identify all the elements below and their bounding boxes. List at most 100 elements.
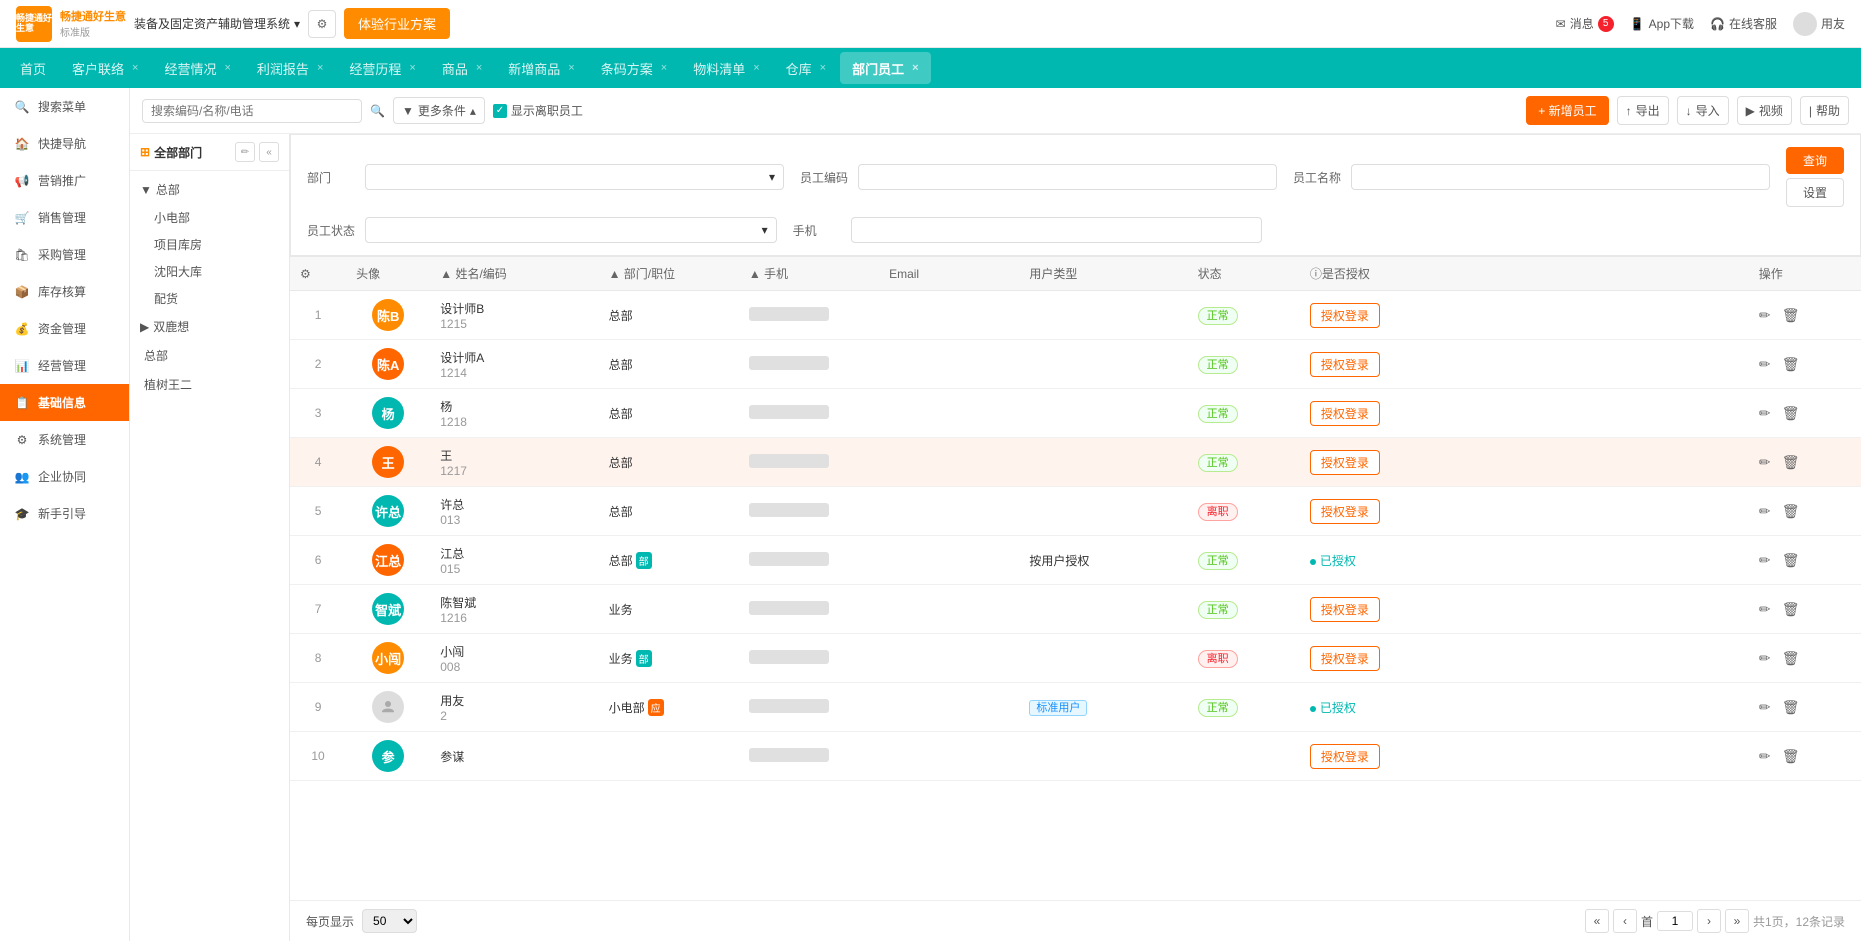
view-button[interactable]: ▶ 视频 <box>1737 96 1792 125</box>
tab-home[interactable]: 首页 <box>8 52 58 84</box>
sidebar-item-guide[interactable]: 🎓 新手引导 <box>0 495 129 532</box>
search-submit-icon[interactable]: 🔍 <box>370 104 385 118</box>
sidebar-item-operation[interactable]: 📊 经营管理 <box>0 347 129 384</box>
delete-button[interactable]: 🗑 <box>1782 699 1800 715</box>
tab-profit-close[interactable]: × <box>317 62 323 74</box>
tab-operation-close[interactable]: × <box>224 62 230 74</box>
edit-button[interactable]: ✏ <box>1759 699 1771 715</box>
more-filter-button[interactable]: ▼ 更多条件 ▴ <box>393 97 485 124</box>
sidebar-item-collab[interactable]: 👥 企业协同 <box>0 458 129 495</box>
tab-warehouse-close[interactable]: × <box>820 62 826 74</box>
sidebar-item-marketing[interactable]: 📢 营销推广 <box>0 162 129 199</box>
emp-status-select[interactable]: ▾ <box>365 217 777 243</box>
auth-button[interactable]: 授权登录 <box>1310 352 1380 377</box>
prev-page-button[interactable]: ‹ <box>1613 909 1637 933</box>
edit-button[interactable]: ✏ <box>1759 405 1771 421</box>
auth-button[interactable]: 授权登录 <box>1310 744 1380 769</box>
sidebar-item-search[interactable]: 🔍 搜索菜单 <box>0 88 129 125</box>
sidebar-item-basic-info[interactable]: 📋 基础信息 <box>0 384 129 421</box>
edit-button[interactable]: ✏ <box>1759 748 1771 764</box>
tab-customer[interactable]: 客户联络× <box>60 52 150 84</box>
col-phone[interactable]: ▲ 手机 <box>739 257 879 291</box>
search-input[interactable] <box>142 99 362 123</box>
trial-button[interactable]: 体验行业方案 <box>344 8 450 39</box>
dept-group-shuanglu-toggle[interactable]: ▶ 双鹿想 <box>130 312 289 341</box>
message-button[interactable]: ✉ 消息 5 <box>1556 15 1614 32</box>
export-button[interactable]: ↑ 导出 <box>1617 96 1669 125</box>
user-button[interactable]: 用友 <box>1793 12 1845 36</box>
dept-group-plant-toggle[interactable]: 植树王二 <box>130 370 289 399</box>
tab-add-goods-close[interactable]: × <box>568 62 574 74</box>
sidebar-item-finance[interactable]: 💰 资金管理 <box>0 310 129 347</box>
sidebar-item-inventory[interactable]: 📦 库存核算 <box>0 273 129 310</box>
delete-button[interactable]: 🗑 <box>1782 552 1800 568</box>
add-employee-button[interactable]: + 新增员工 <box>1526 96 1608 125</box>
sidebar-item-purchase[interactable]: 🛍 采购管理 <box>0 236 129 273</box>
settings-icon[interactable]: ⚙ <box>308 10 336 38</box>
auth-button[interactable]: 授权登录 <box>1310 401 1380 426</box>
tab-history[interactable]: 经营历程× <box>337 52 427 84</box>
first-page-button[interactable]: « <box>1585 909 1609 933</box>
tab-barcode[interactable]: 条码方案× <box>589 52 679 84</box>
phone-input[interactable] <box>851 217 1263 243</box>
tab-bom-close[interactable]: × <box>753 62 759 74</box>
auth-button[interactable]: 授权登录 <box>1310 597 1380 622</box>
per-page-select[interactable]: 50 100 200 <box>362 909 417 933</box>
import-button[interactable]: ↓ 导入 <box>1677 96 1729 125</box>
edit-button[interactable]: ✏ <box>1759 503 1771 519</box>
edit-button[interactable]: ✏ <box>1759 307 1771 323</box>
tab-customer-close[interactable]: × <box>132 62 138 74</box>
col-dept-position[interactable]: ▲ 部门/职位 <box>599 257 739 291</box>
delete-button[interactable]: 🗑 <box>1782 405 1800 421</box>
help-button[interactable]: | 帮助 <box>1800 96 1849 125</box>
app-download-button[interactable]: 📱 App下载 <box>1630 15 1694 32</box>
auth-button[interactable]: 授权登录 <box>1310 499 1380 524</box>
dept-group-zongbu-toggle[interactable]: 总部 <box>130 341 289 370</box>
online-service-button[interactable]: 🎧 在线客服 <box>1710 15 1777 32</box>
emp-name-input[interactable] <box>1351 164 1770 190</box>
dept-child-project[interactable]: 项目库房 <box>130 231 289 258</box>
set-button[interactable]: 设置 <box>1786 178 1844 207</box>
sidebar-item-system[interactable]: ⚙ 系统管理 <box>0 421 129 458</box>
edit-button[interactable]: ✏ <box>1759 650 1771 666</box>
col-name-code[interactable]: ▲ 姓名/编码 <box>430 257 598 291</box>
dept-group-headquarters-toggle[interactable]: ▼ 总部 <box>130 175 289 204</box>
dept-child-distribution[interactable]: 配货 <box>130 285 289 312</box>
tab-profit[interactable]: 利润报告× <box>245 52 335 84</box>
delete-button[interactable]: 🗑 <box>1782 503 1800 519</box>
delete-button[interactable]: 🗑 <box>1782 454 1800 470</box>
last-page-button[interactable]: » <box>1725 909 1749 933</box>
tab-barcode-close[interactable]: × <box>661 62 667 74</box>
page-number-input[interactable] <box>1657 911 1693 931</box>
tab-warehouse[interactable]: 仓库× <box>774 52 838 84</box>
col-settings[interactable]: ⚙ <box>290 257 346 291</box>
delete-button[interactable]: 🗑 <box>1782 356 1800 372</box>
show-resigned-checkbox[interactable]: ✓ 显示离职员工 <box>493 102 583 119</box>
edit-button[interactable]: ✏ <box>1759 356 1771 372</box>
edit-button[interactable]: ✏ <box>1759 454 1771 470</box>
tab-department-close[interactable]: × <box>912 62 918 74</box>
tab-goods-close[interactable]: × <box>476 62 482 74</box>
dept-all-button[interactable]: ⊞ 全部部门 <box>140 144 202 161</box>
dept-child-xiaodian[interactable]: 小电部 <box>130 204 289 231</box>
tab-operation[interactable]: 经营情况× <box>152 52 242 84</box>
sidebar-item-sales[interactable]: 🛒 销售管理 <box>0 199 129 236</box>
emp-code-input[interactable] <box>858 164 1277 190</box>
edit-button[interactable]: ✏ <box>1759 552 1771 568</box>
edit-button[interactable]: ✏ <box>1759 601 1771 617</box>
auth-button[interactable]: 授权登录 <box>1310 303 1380 328</box>
dept-select[interactable]: ▾ <box>365 164 784 190</box>
dept-collapse-button[interactable]: « <box>259 142 279 162</box>
query-button[interactable]: 查询 <box>1786 147 1844 174</box>
dept-edit-button[interactable]: ✏ <box>235 142 255 162</box>
tab-bom[interactable]: 物料清单× <box>681 52 771 84</box>
tab-history-close[interactable]: × <box>409 62 415 74</box>
system-title-dropdown[interactable]: 装备及固定资产辅助管理系统 ▾ <box>134 15 300 32</box>
sidebar-item-nav[interactable]: 🏠 快捷导航 <box>0 125 129 162</box>
delete-button[interactable]: 🗑 <box>1782 601 1800 617</box>
tab-department[interactable]: 部门员工× <box>840 52 930 84</box>
auth-button[interactable]: 授权登录 <box>1310 646 1380 671</box>
next-page-button[interactable]: › <box>1697 909 1721 933</box>
delete-button[interactable]: 🗑 <box>1782 650 1800 666</box>
delete-button[interactable]: 🗑 <box>1782 307 1800 323</box>
